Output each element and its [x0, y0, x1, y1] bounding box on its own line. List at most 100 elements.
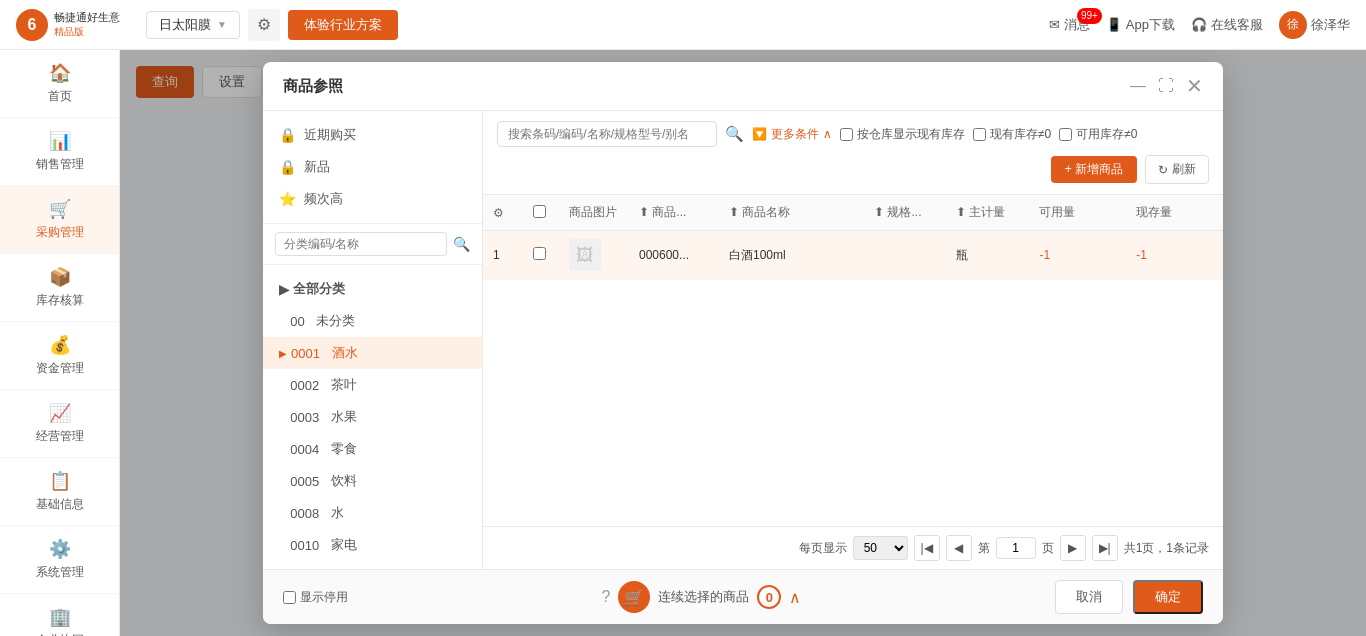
col-spec[interactable]: ⬆ 规格...: [864, 195, 945, 231]
minimize-icon[interactable]: —: [1130, 77, 1146, 95]
sidebar-item-sales[interactable]: 📊 销售管理: [0, 118, 119, 186]
row-spec: [864, 231, 945, 280]
top-nav: 6 畅捷通好生意 精品版 日太阳膜 ▼ ⚙ 体验行业方案 ✉ 消息 99+ 📱 …: [0, 0, 1366, 50]
refresh-icon: ↻: [1158, 163, 1168, 177]
sidebar-item-operation[interactable]: 📈 经营管理: [0, 390, 119, 458]
sidebar-item-home[interactable]: 🏠 首页: [0, 50, 119, 118]
category-item-all[interactable]: ▶ 全部分类: [263, 273, 482, 305]
prev-page-button[interactable]: ◀: [946, 535, 972, 561]
sidebar: 🏠 首页 📊 销售管理 🛒 采购管理 📦 库存核算 💰 资金管理 📈 经营管理 …: [0, 50, 120, 636]
frequent-icon: ⭐: [279, 191, 296, 207]
logo-area: 6 畅捷通好生意 精品版: [16, 9, 136, 41]
col-checkbox[interactable]: [523, 195, 559, 231]
product-thumbnail: 🖼: [569, 239, 601, 271]
filter-icon: 🔽: [752, 127, 767, 141]
store-selector[interactable]: 日太阳膜 ▼: [146, 11, 240, 39]
add-product-button[interactable]: + 新增商品: [1051, 156, 1137, 183]
collab-icon: 🏢: [49, 606, 71, 628]
cart-icon[interactable]: 🛒: [618, 581, 650, 613]
col-stock: 现存量: [1126, 195, 1223, 231]
footer-right: 取消 确定: [1055, 580, 1203, 614]
last-page-button[interactable]: ▶|: [1092, 535, 1118, 561]
sidebar-item-system[interactable]: ⚙️ 系统管理: [0, 526, 119, 594]
refresh-button[interactable]: ↻ 刷新: [1145, 155, 1209, 184]
system-icon: ⚙️: [49, 538, 71, 560]
close-icon[interactable]: ✕: [1186, 76, 1203, 96]
new-icon: 🔒: [279, 159, 296, 175]
inventory-icon: 📦: [49, 266, 71, 288]
confirm-button[interactable]: 确定: [1133, 580, 1203, 614]
checkbox-usable-not-zero[interactable]: 可用库存≠0: [1059, 126, 1137, 143]
total-info: 共1页，1条记录: [1124, 540, 1209, 557]
col-code[interactable]: ⬆ 商品...: [629, 195, 719, 231]
user-avatar[interactable]: 徐 徐泽华: [1279, 11, 1350, 39]
row-checkbox[interactable]: [523, 231, 559, 280]
col-name[interactable]: ⬆ 商品名称: [719, 195, 864, 231]
modal-header: 商品参照 — ⛶ ✕: [263, 62, 1223, 111]
category-item-drink[interactable]: 0005 饮料: [263, 465, 482, 497]
available-not-zero-checkbox[interactable]: [973, 128, 986, 141]
expand-icon[interactable]: ⛶: [1158, 77, 1174, 95]
category-item-uncategorized[interactable]: 00 未分类: [263, 305, 482, 337]
row-no: 1: [483, 231, 523, 280]
experience-button[interactable]: 体验行业方案: [288, 10, 398, 40]
product-table-wrap: ⚙ 商品图片 ⬆ 商品... ⬆ 商品名称: [483, 195, 1223, 526]
sidebar-item-collab[interactable]: 🏢 企业协同: [0, 594, 119, 636]
category-item-water[interactable]: 0008 水: [263, 497, 482, 529]
online-service-button[interactable]: 🎧 在线客服: [1191, 16, 1263, 34]
next-page-button[interactable]: ▶: [1060, 535, 1086, 561]
sidebar-item-basic[interactable]: 📋 基础信息: [0, 458, 119, 526]
sidebar-item-inventory[interactable]: 📦 库存核算: [0, 254, 119, 322]
cancel-button[interactable]: 取消: [1055, 580, 1123, 614]
col-unit[interactable]: ⬆ 主计量: [946, 195, 1030, 231]
collapse-footer-icon[interactable]: ∧: [789, 588, 801, 607]
first-page-button[interactable]: |◀: [914, 535, 940, 561]
collapse-panel-button[interactable]: ◀: [482, 340, 483, 380]
phone-icon: 📱: [1106, 17, 1122, 32]
quick-link-new[interactable]: 🔒 新品: [263, 151, 482, 183]
page-number-input[interactable]: [996, 537, 1036, 559]
quick-link-frequent[interactable]: ⭐ 频次高: [263, 183, 482, 215]
modal-footer: 显示停用 ? 🛒 连续选择的商品 0 ∧ 取消 确定: [263, 569, 1223, 624]
category-item-appliance[interactable]: 0010 家电: [263, 529, 482, 561]
product-reference-modal: 商品参照 — ⛶ ✕ 🔒 近期购买: [263, 62, 1223, 624]
modal-body: 🔒 近期购买 🔒 新品 ⭐ 频次高: [263, 111, 1223, 569]
col-image: 商品图片: [559, 195, 629, 231]
category-item-liquor[interactable]: ▶ 0001 酒水: [263, 337, 482, 369]
quick-link-recent[interactable]: 🔒 近期购买: [263, 119, 482, 151]
usable-not-zero-checkbox[interactable]: [1059, 128, 1072, 141]
category-search-icon[interactable]: 🔍: [453, 236, 470, 252]
help-icon[interactable]: ?: [602, 588, 611, 606]
sidebar-item-finance[interactable]: 💰 资金管理: [0, 322, 119, 390]
footer-left: 显示停用: [283, 589, 348, 606]
category-search-input[interactable]: [275, 232, 447, 256]
row-image: 🖼: [559, 231, 629, 280]
category-item-snack[interactable]: 0004 零食: [263, 433, 482, 465]
product-search-input[interactable]: [497, 121, 717, 147]
checkbox-available-not-zero[interactable]: 现有库存≠0: [973, 126, 1051, 143]
table-row[interactable]: 1 🖼 000600... 白酒100ml: [483, 231, 1223, 280]
sidebar-item-purchase[interactable]: 🛒 采购管理: [0, 186, 119, 254]
checkbox-by-warehouse[interactable]: 按仓库显示现有库存: [840, 126, 965, 143]
show-disabled-checkbox[interactable]: 显示停用: [283, 589, 348, 606]
page-size-select[interactable]: 50 100 200: [853, 536, 908, 560]
category-item-fruit[interactable]: 0003 水果: [263, 401, 482, 433]
row-name: 白酒100ml: [719, 231, 864, 280]
row-available: -1: [1029, 231, 1126, 280]
app-download-button[interactable]: 📱 App下载: [1106, 16, 1175, 34]
category-item-tea[interactable]: 0002 茶叶: [263, 369, 482, 401]
messages-button[interactable]: ✉ 消息 99+: [1049, 16, 1090, 34]
product-table: ⚙ 商品图片 ⬆ 商品... ⬆ 商品名称: [483, 195, 1223, 280]
col-settings[interactable]: ⚙: [483, 195, 523, 231]
by-warehouse-checkbox[interactable]: [840, 128, 853, 141]
select-all-checkbox[interactable]: [533, 205, 546, 218]
quick-links: 🔒 近期购买 🔒 新品 ⭐ 频次高: [263, 111, 482, 224]
left-panel: 🔒 近期购买 🔒 新品 ⭐ 频次高: [263, 111, 483, 569]
row-unit: 瓶: [946, 231, 1030, 280]
avatar: 徐: [1279, 11, 1307, 39]
nav-right: ✉ 消息 99+ 📱 App下载 🎧 在线客服 徐 徐泽华: [1049, 11, 1350, 39]
modal-title: 商品参照: [283, 77, 343, 96]
settings-icon[interactable]: ⚙: [248, 9, 280, 41]
product-search-icon[interactable]: 🔍: [725, 125, 744, 143]
more-filters-button[interactable]: 🔽 更多条件 ∧: [752, 126, 832, 143]
